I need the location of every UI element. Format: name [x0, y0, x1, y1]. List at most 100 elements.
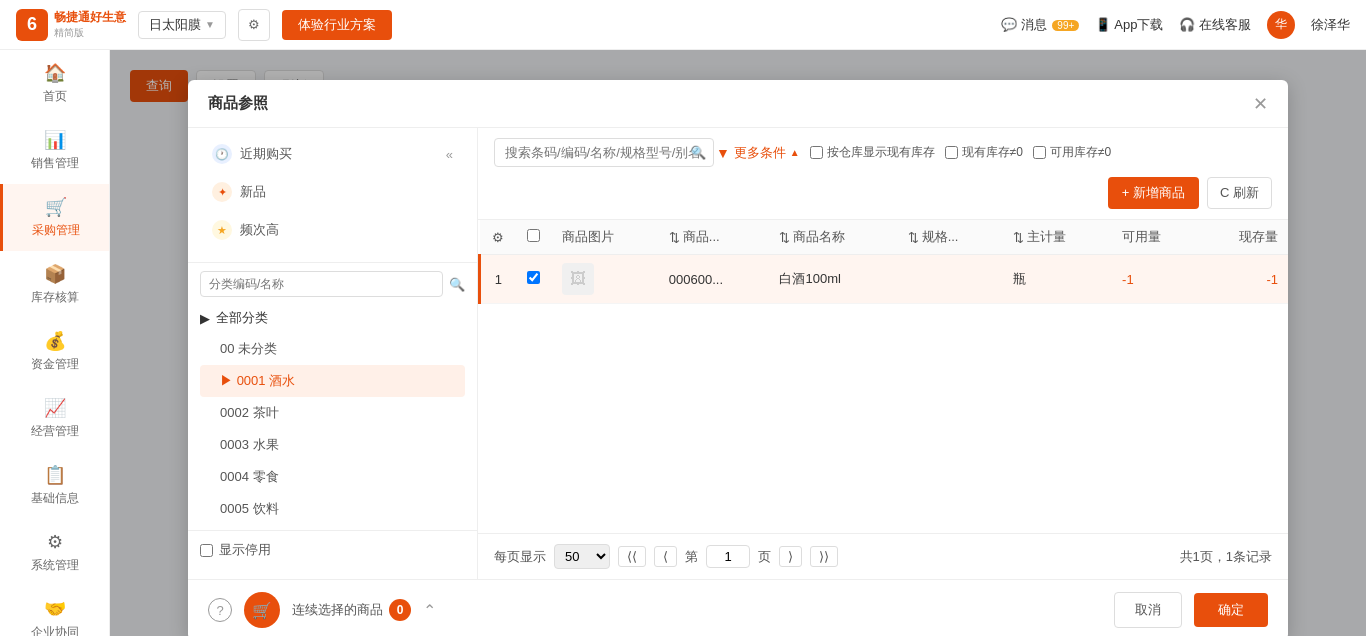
modal-footer: ? 🛒 连续选择的商品 0 ⌃ 取消 确定 — [188, 579, 1288, 636]
th-available[interactable]: 可用量 — [1112, 220, 1200, 255]
freq-label: 频次高 — [240, 221, 279, 239]
first-page-button[interactable]: ⟨⟨ — [618, 546, 646, 567]
cell-checkbox[interactable] — [516, 255, 552, 304]
th-spec[interactable]: ⇅ 规格... — [898, 220, 1004, 255]
sidebar-item-business[interactable]: 📈 经营管理 — [0, 385, 109, 452]
modal-header: 商品参照 ✕ — [188, 80, 1288, 128]
search-icon[interactable]: 🔍 — [449, 277, 465, 292]
th-stock-label: 现存量 — [1239, 228, 1278, 246]
filter-label: 更多条件 — [734, 144, 786, 162]
sidebar-item-enterprise[interactable]: 🤝 企业协同 — [0, 586, 109, 636]
cart-button[interactable]: 🛒 — [244, 592, 280, 628]
category-item-0003[interactable]: 0003 水果 — [200, 429, 465, 461]
category-arrow-0001: ▶ — [220, 373, 237, 388]
sidebar-item-system[interactable]: ⚙ 系统管理 — [0, 519, 109, 586]
sidebar-item-inventory[interactable]: 📦 库存核算 — [0, 251, 109, 318]
table-row[interactable]: 1 🖼 000600... 白酒100ml — [480, 255, 1289, 304]
th-code[interactable]: ⇅ 商品... — [659, 220, 770, 255]
modal-body: 🕐 近期购买 « ✦ 新品 ★ 频次高 — [188, 128, 1288, 579]
new-icon: ✦ — [212, 182, 232, 202]
right-panel: 🔍 ▼ 更多条件 ▲ 按仓库显示现有库存 — [478, 128, 1288, 579]
category-code-00: 00 — [220, 341, 238, 356]
sort-icon-unit: ⇅ — [1013, 230, 1024, 245]
category-item-0002[interactable]: 0002 茶叶 — [200, 397, 465, 429]
category-section: ▶ 全部分类 00 未分类 ▶ 0001 酒水 — [188, 297, 477, 530]
available-filter-label[interactable]: 现有库存≠0 — [945, 144, 1023, 161]
category-item-00[interactable]: 00 未分类 — [200, 333, 465, 365]
settings-icon[interactable]: ⚙ — [238, 9, 270, 41]
row-checkbox[interactable] — [527, 271, 540, 284]
online-service-link[interactable]: 🎧 在线客服 — [1179, 16, 1251, 34]
category-item-0001[interactable]: ▶ 0001 酒水 — [200, 365, 465, 397]
purchase-icon: 🛒 — [45, 196, 67, 218]
per-page-select[interactable]: 50 100 200 — [554, 544, 610, 569]
next-page-button[interactable]: ⟩ — [779, 546, 802, 567]
prev-page-button[interactable]: ⟨ — [654, 546, 677, 567]
add-product-button[interactable]: + 新增商品 — [1108, 177, 1199, 209]
modal-close-icon[interactable]: ✕ — [1253, 95, 1268, 113]
cell-image: 🖼 — [552, 255, 659, 304]
sidebar-item-purchase[interactable]: 🛒 采购管理 — [0, 184, 109, 251]
app-download-link[interactable]: 📱 App下载 — [1095, 16, 1163, 34]
last-page-button[interactable]: ⟩⟩ — [810, 546, 838, 567]
quick-new[interactable]: ✦ 新品 — [200, 176, 465, 208]
footer-collapse-icon[interactable]: ⌃ — [423, 601, 436, 620]
th-stock[interactable]: 现存量 — [1200, 220, 1288, 255]
category-name-0002: 茶叶 — [253, 405, 279, 420]
more-filter-button[interactable]: ▼ 更多条件 ▲ — [716, 144, 800, 162]
th-settings[interactable]: ⚙ — [480, 220, 516, 255]
select-all-checkbox[interactable] — [527, 229, 540, 242]
topbar-right: 💬 消息 99+ 📱 App下载 🎧 在线客服 华 徐泽华 — [1001, 11, 1350, 39]
product-table: ⚙ 商品图片 ⇅ 商品... — [478, 220, 1288, 304]
th-checkbox[interactable] — [516, 220, 552, 255]
page-number-input[interactable] — [706, 545, 750, 568]
category-item-0004[interactable]: 0004 零食 — [200, 461, 465, 493]
all-categories-header[interactable]: ▶ 全部分类 — [200, 303, 465, 333]
category-code-0003: 0003 — [220, 437, 253, 452]
cell-available: -1 — [1112, 255, 1200, 304]
show-disabled-label: 显示停用 — [219, 541, 271, 559]
modal-title: 商品参照 — [208, 94, 268, 113]
show-disabled-checkbox[interactable] — [200, 544, 213, 557]
th-image: 商品图片 — [552, 220, 659, 255]
trial-button[interactable]: 体验行业方案 — [282, 10, 392, 40]
image-placeholder-icon: 🖼 — [570, 270, 586, 288]
usable-filter-label[interactable]: 可用库存≠0 — [1033, 144, 1111, 161]
left-panel: 🕐 近期购买 « ✦ 新品 ★ 频次高 — [188, 128, 478, 579]
sidebar-item-home[interactable]: 🏠 首页 — [0, 50, 109, 117]
quick-freq[interactable]: ★ 频次高 — [200, 214, 465, 246]
sidebar-item-finance[interactable]: 💰 资金管理 — [0, 318, 109, 385]
quick-recent[interactable]: 🕐 近期购买 « — [200, 138, 465, 170]
username: 徐泽华 — [1311, 16, 1350, 34]
sidebar-label-business: 经营管理 — [31, 423, 79, 440]
product-search-icon[interactable]: 🔍 — [690, 145, 706, 160]
sidebar-label-home: 首页 — [43, 88, 67, 105]
product-table-container: ⚙ 商品图片 ⇅ 商品... — [478, 220, 1288, 533]
confirm-button[interactable]: 确定 — [1194, 593, 1268, 627]
product-reference-modal: 商品参照 ✕ 🕐 近期购买 « ✦ — [188, 80, 1288, 636]
store-name: 日太阳膜 — [149, 16, 201, 34]
cancel-button[interactable]: 取消 — [1114, 592, 1182, 628]
product-search-input[interactable] — [494, 138, 714, 167]
category-search-input[interactable] — [200, 271, 443, 297]
th-name[interactable]: ⇅ 商品名称 — [769, 220, 897, 255]
th-unit[interactable]: ⇅ 主计量 — [1003, 220, 1112, 255]
recent-label: 近期购买 — [240, 145, 292, 163]
available-filter-checkbox[interactable] — [945, 146, 958, 159]
cell-spec — [898, 255, 1004, 304]
logo-icon: 6 — [16, 9, 48, 41]
help-icon[interactable]: ? — [208, 598, 232, 622]
collapse-icon[interactable]: « — [446, 147, 453, 162]
notifications-link[interactable]: 💬 消息 99+ — [1001, 16, 1079, 34]
sidebar-item-sales[interactable]: 📊 销售管理 — [0, 117, 109, 184]
refresh-button[interactable]: C 刷新 — [1207, 177, 1272, 209]
sidebar-label-enterprise: 企业协同 — [31, 624, 79, 636]
warehouse-filter-checkbox[interactable] — [810, 146, 823, 159]
category-item-0005[interactable]: 0005 饮料 — [200, 493, 465, 525]
sidebar-item-basic[interactable]: 📋 基础信息 — [0, 452, 109, 519]
store-selector[interactable]: 日太阳膜 ▼ — [138, 11, 226, 39]
warehouse-filter-label[interactable]: 按仓库显示现有库存 — [810, 144, 935, 161]
quick-access: 🕐 近期购买 « ✦ 新品 ★ 频次高 — [188, 138, 477, 254]
cell-name: 白酒100ml — [769, 255, 897, 304]
usable-filter-checkbox[interactable] — [1033, 146, 1046, 159]
